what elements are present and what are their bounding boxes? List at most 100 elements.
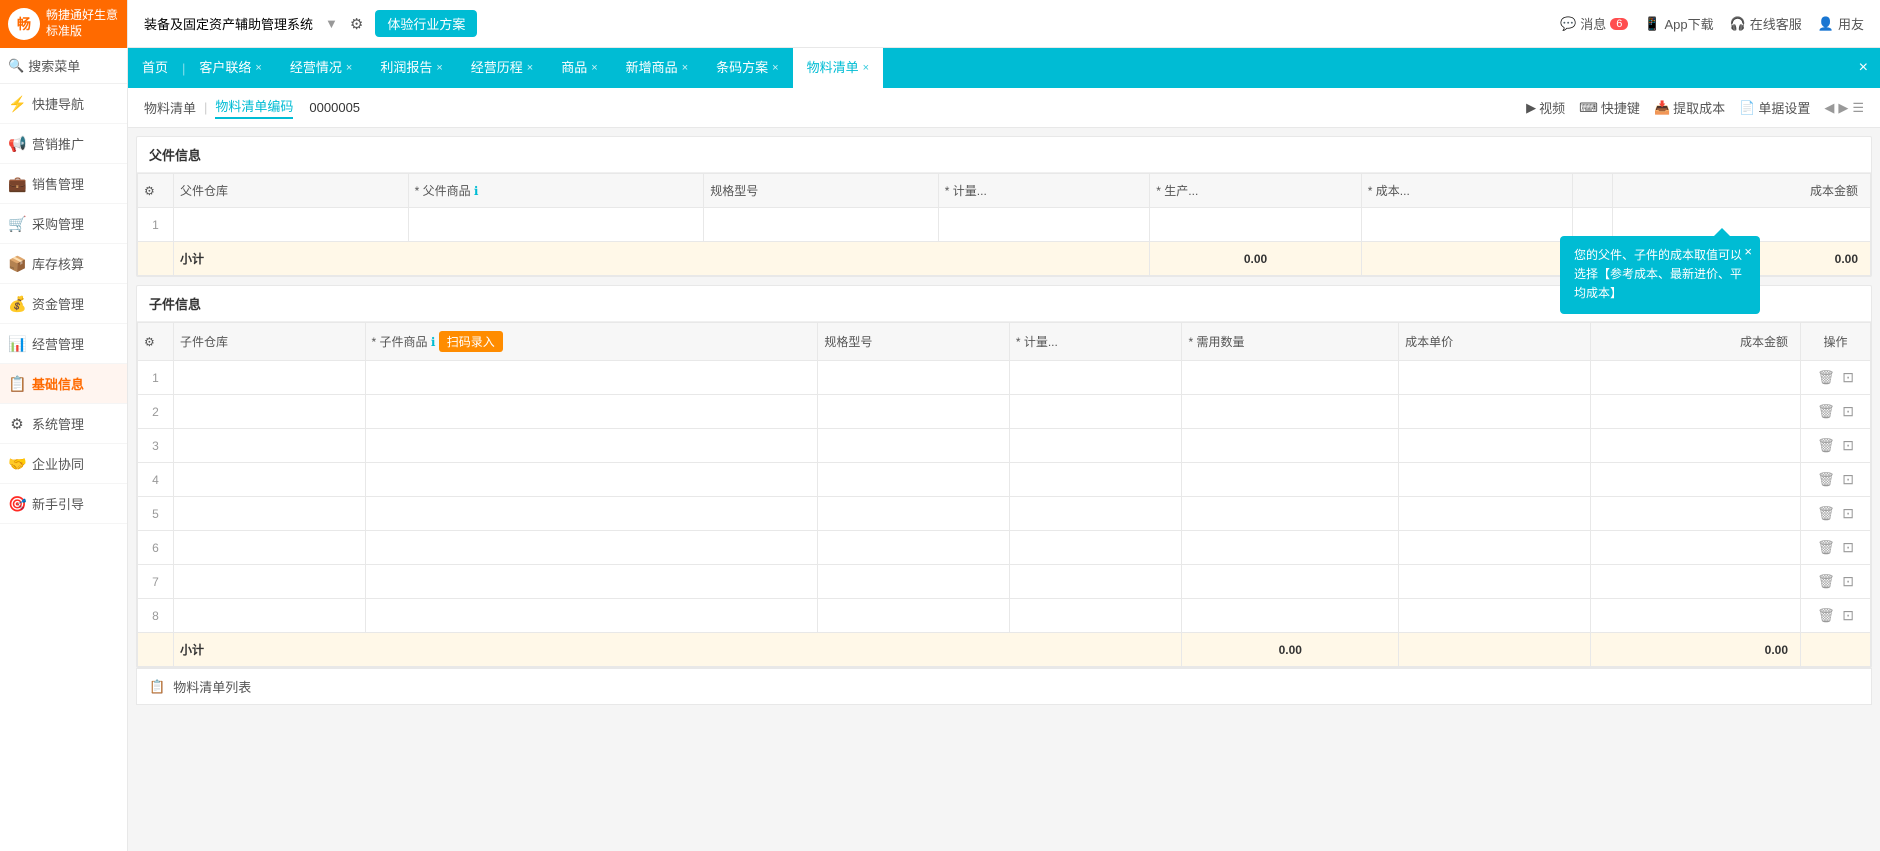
child-warehouse-3[interactable] [174,429,366,463]
tab-product[interactable]: 商品 × [547,48,611,88]
close-new-product-tab[interactable]: × [682,48,688,88]
child-qty-6[interactable] [1182,531,1399,565]
child-unit-8[interactable] [1009,599,1182,633]
delete-icon-2[interactable]: 🗑 [1817,403,1835,419]
sidebar-item-jichu[interactable]: 📋 基础信息 [0,364,127,404]
child-warehouse-4[interactable] [174,463,366,497]
child-spec-6[interactable] [818,531,1010,565]
copy-icon-4[interactable]: ⊡ [1842,471,1854,487]
child-unit-cost-6[interactable] [1399,531,1591,565]
child-unit-2[interactable] [1009,395,1182,429]
child-unit-3[interactable] [1009,429,1182,463]
tab-profit[interactable]: 利润报告 × [366,48,456,88]
child-qty-3[interactable] [1182,429,1399,463]
delete-icon-4[interactable]: 🗑 [1817,471,1835,487]
child-unit-cost-3[interactable] [1399,429,1591,463]
view-btn[interactable]: ▶ 视频 [1526,98,1565,117]
sidebar-item-zijin[interactable]: 💰 资金管理 [0,284,127,324]
tab-history[interactable]: 经营历程 × [457,48,547,88]
child-warehouse-7[interactable] [174,565,366,599]
sidebar-item-kucun[interactable]: 📦 库存核算 [0,244,127,284]
child-unit-cost-2[interactable] [1399,395,1591,429]
child-unit-cost-5[interactable] [1399,497,1591,531]
delete-icon-1[interactable]: 🗑 [1817,369,1835,385]
child-product-6[interactable] [365,531,818,565]
next-arrow[interactable]: ▶ [1838,100,1848,116]
sidebar-item-xinshou[interactable]: 🎯 新手引导 [0,484,127,524]
child-col-settings[interactable]: ⚙ [138,323,174,361]
tab-bom[interactable]: 物料清单 × [793,48,883,88]
child-unit-cost-1[interactable] [1399,361,1591,395]
delete-icon-6[interactable]: 🗑 [1817,539,1835,555]
user-item[interactable]: 👤 用友 [1818,14,1864,33]
child-product-5[interactable] [365,497,818,531]
delete-icon-8[interactable]: 🗑 [1817,607,1835,623]
child-spec-4[interactable] [818,463,1010,497]
tab-operation[interactable]: 经营情况 × [276,48,366,88]
child-spec-8[interactable] [818,599,1010,633]
sidebar-item-kuaijie[interactable]: ⚡ 快捷导航 [0,84,127,124]
child-warehouse-5[interactable] [174,497,366,531]
child-warehouse-1[interactable] [174,361,366,395]
child-qty-4[interactable] [1182,463,1399,497]
copy-icon-7[interactable]: ⊡ [1842,573,1854,589]
parent-spec-1[interactable] [704,208,939,242]
child-qty-7[interactable] [1182,565,1399,599]
parent-warehouse-1[interactable] [174,208,409,242]
tab-barcode[interactable]: 条码方案 × [702,48,792,88]
child-unit-5[interactable] [1009,497,1182,531]
trial-button[interactable]: 体验行业方案 [375,10,477,37]
child-unit-cost-8[interactable] [1399,599,1591,633]
parent-product-1[interactable] [408,208,704,242]
copy-icon-8[interactable]: ⊡ [1842,607,1854,623]
sidebar-item-qiye[interactable]: 🤝 企业协同 [0,444,127,484]
child-product-4[interactable] [365,463,818,497]
child-warehouse-6[interactable] [174,531,366,565]
copy-icon-2[interactable]: ⊡ [1842,403,1854,419]
child-qty-8[interactable] [1182,599,1399,633]
child-product-7[interactable] [365,565,818,599]
parent-unit-1[interactable] [938,208,1150,242]
parent-col-settings[interactable]: ⚙ [138,174,174,208]
copy-icon-5[interactable]: ⊡ [1842,505,1854,521]
tooltip-close[interactable]: × [1744,242,1752,263]
close-operation-tab[interactable]: × [346,48,352,88]
child-unit-6[interactable] [1009,531,1182,565]
close-product-tab[interactable]: × [591,48,597,88]
menu-icon[interactable]: ☰ [1852,100,1864,116]
close-barcode-tab[interactable]: × [772,48,778,88]
close-customer-tab[interactable]: × [255,48,261,88]
child-spec-5[interactable] [818,497,1010,531]
breadcrumb-bom[interactable]: 物料清单 [144,98,196,117]
delete-icon-3[interactable]: 🗑 [1817,437,1835,453]
service-item[interactable]: 🎧 在线客服 [1730,14,1802,33]
delete-icon-5[interactable]: 🗑 [1817,505,1835,521]
setting-btn[interactable]: 📄 单据设置 [1739,98,1810,117]
child-product-1[interactable] [365,361,818,395]
close-profit-tab[interactable]: × [436,48,442,88]
close-all-tabs-btn[interactable]: × [1847,59,1880,77]
copy-icon-1[interactable]: ⊡ [1842,369,1854,385]
message-item[interactable]: 💬 消息 6 [1560,14,1628,33]
child-product-8[interactable] [365,599,818,633]
child-qty-1[interactable] [1182,361,1399,395]
sidebar-item-xiaoshou[interactable]: 💼 销售管理 [0,164,127,204]
tab-customer[interactable]: 客户联络 × [185,48,275,88]
scan-button[interactable]: 扫码录入 [439,331,503,352]
search-menu[interactable]: 🔍 搜索菜单 [0,48,127,84]
breadcrumb-bom-code[interactable]: 物料清单编码 [215,96,293,119]
child-qty-2[interactable] [1182,395,1399,429]
child-unit-7[interactable] [1009,565,1182,599]
delete-icon-7[interactable]: 🗑 [1817,573,1835,589]
child-unit-cost-7[interactable] [1399,565,1591,599]
child-warehouse-2[interactable] [174,395,366,429]
child-qty-5[interactable] [1182,497,1399,531]
close-bom-tab[interactable]: × [863,48,869,88]
close-history-tab[interactable]: × [527,48,533,88]
parent-production-1[interactable] [1150,208,1362,242]
tab-new-product[interactable]: 新增商品 × [612,48,702,88]
child-unit-1[interactable] [1009,361,1182,395]
sidebar-item-yingxiao[interactable]: 📢 营销推广 [0,124,127,164]
sidebar-item-jingying[interactable]: 📊 经营管理 [0,324,127,364]
child-product-3[interactable] [365,429,818,463]
